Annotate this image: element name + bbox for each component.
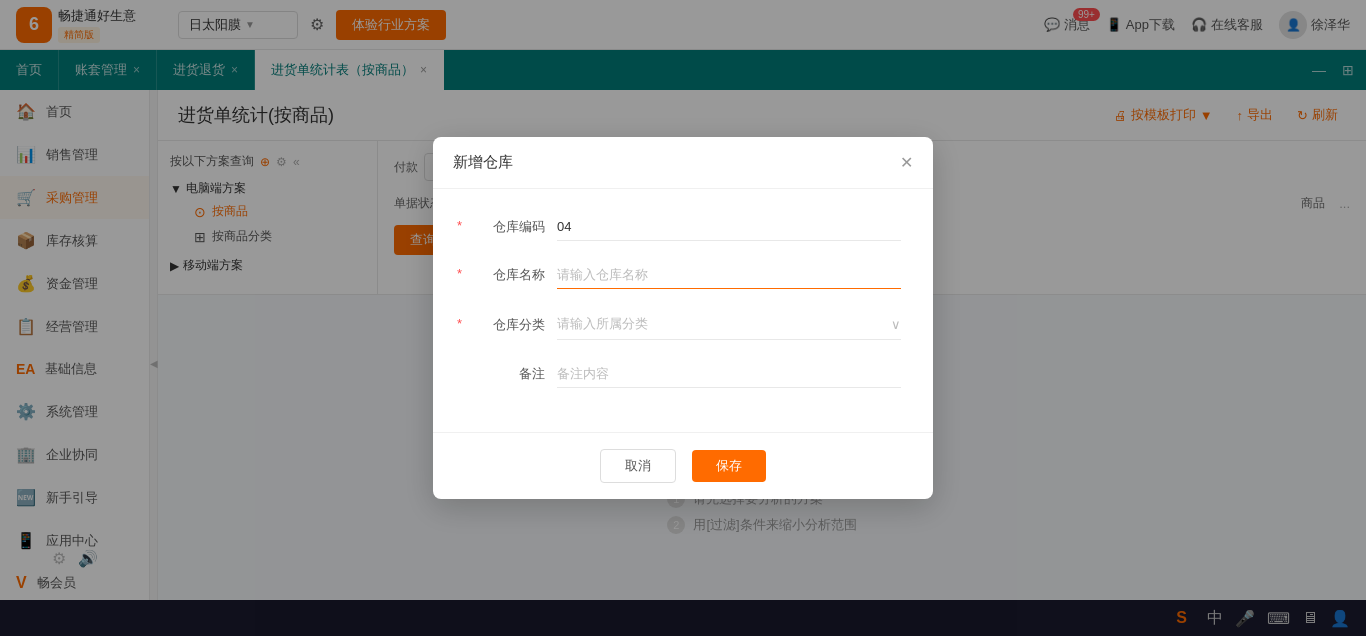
form-row-name: 仓库名称 [465, 261, 901, 289]
form-row-code: 仓库编码 [465, 213, 901, 241]
modal-footer: 取消 保存 [433, 432, 933, 499]
note-input-wrap [557, 360, 901, 388]
category-select[interactable]: 请输入所属分类 ∨ [557, 309, 901, 340]
modal-overlay: 新增仓库 ✕ 仓库编码 仓库名称 仓库分类 [0, 0, 1366, 636]
category-label: 仓库分类 [465, 316, 545, 334]
modal-header: 新增仓库 ✕ [433, 137, 933, 189]
name-input-wrap [557, 261, 901, 289]
modal-title: 新增仓库 [453, 153, 513, 172]
category-placeholder: 请输入所属分类 [557, 315, 648, 333]
warehouse-code-input[interactable] [557, 213, 901, 241]
note-label: 备注 [465, 365, 545, 383]
cancel-button[interactable]: 取消 [600, 449, 676, 483]
code-input-wrap [557, 213, 901, 241]
save-button[interactable]: 保存 [692, 450, 766, 482]
category-input-wrap: 请输入所属分类 ∨ [557, 309, 901, 340]
category-arrow-icon: ∨ [891, 317, 901, 332]
warehouse-name-input[interactable] [557, 261, 901, 289]
name-label: 仓库名称 [465, 266, 545, 284]
add-warehouse-modal: 新增仓库 ✕ 仓库编码 仓库名称 仓库分类 [433, 137, 933, 499]
modal-body: 仓库编码 仓库名称 仓库分类 请输入所属分类 ∨ [433, 189, 933, 432]
form-row-category: 仓库分类 请输入所属分类 ∨ [465, 309, 901, 340]
form-row-note: 备注 [465, 360, 901, 388]
modal-close-button[interactable]: ✕ [900, 153, 913, 172]
code-label: 仓库编码 [465, 218, 545, 236]
warehouse-note-input[interactable] [557, 360, 901, 388]
